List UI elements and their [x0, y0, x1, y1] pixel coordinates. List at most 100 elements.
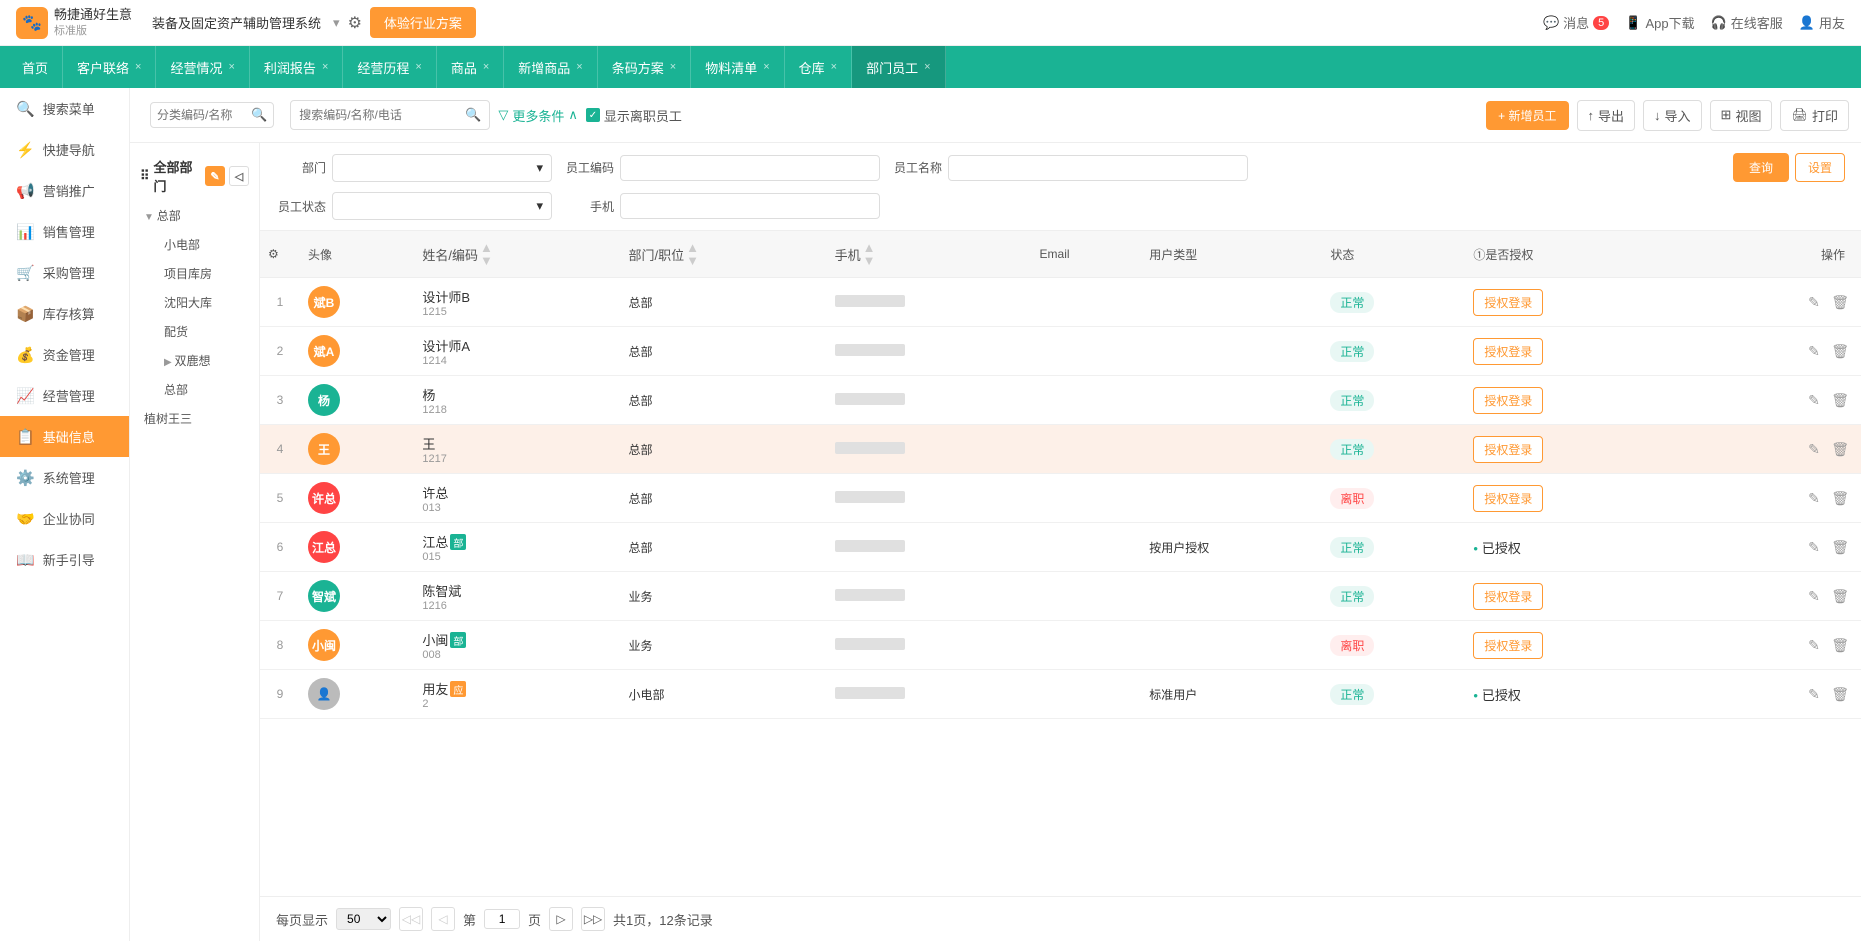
tab-add-goods[interactable]: 新增商品 × [504, 46, 597, 88]
last-page-btn[interactable]: ▷▷ [581, 907, 605, 931]
dept-select[interactable]: ▾ [332, 154, 552, 182]
sidebar-item-guide[interactable]: 📖 新手引导 [0, 539, 129, 580]
tab-warehouse[interactable]: 仓库 × [785, 46, 852, 88]
dept-tree-item-general[interactable]: 总部 [130, 201, 259, 230]
close-icon[interactable]: × [228, 61, 234, 73]
sidebar-item-business[interactable]: 📈 经营管理 [0, 375, 129, 416]
edit-btn[interactable]: ✎ [1804, 390, 1824, 411]
th-name[interactable]: 姓名/编码 ▲▼ [414, 231, 620, 278]
authorize-btn[interactable]: 授权登录 [1473, 289, 1543, 316]
edit-btn[interactable]: ✎ [1804, 635, 1824, 656]
sidebar-item-search[interactable]: 🔍 搜索菜单 [0, 88, 129, 129]
delete-btn[interactable]: 🗑 [1827, 586, 1853, 607]
show-resigned-check[interactable]: ✓ 显示离职员工 [586, 106, 682, 125]
authorize-btn[interactable]: 授权登录 [1473, 387, 1543, 414]
sidebar-item-system[interactable]: ⚙️ 系统管理 [0, 457, 129, 498]
sort-arrows-dept[interactable]: ▲▼ [686, 241, 699, 267]
more-filter-btn[interactable]: ▽ 更多条件 ∧ [498, 106, 578, 125]
edit-btn[interactable]: ✎ [1804, 439, 1824, 460]
tree-icon-edit[interactable]: ✎ [205, 166, 225, 186]
edit-btn[interactable]: ✎ [1804, 586, 1824, 607]
tab-home[interactable]: 首页 [8, 46, 63, 88]
delete-btn[interactable]: 🗑 [1827, 390, 1853, 411]
dept-search-icon[interactable]: 🔍 [251, 107, 267, 123]
page-size-select[interactable]: 50 20 100 [336, 908, 391, 930]
edit-btn[interactable]: ✎ [1804, 488, 1824, 509]
close-icon[interactable]: × [924, 61, 930, 73]
delete-btn[interactable]: 🗑 [1827, 488, 1853, 509]
dept-item-delivery[interactable]: 配货 [150, 317, 259, 346]
tab-operation[interactable]: 经营情况 × [156, 46, 249, 88]
authorize-btn[interactable]: 授权登录 [1473, 338, 1543, 365]
sidebar-item-collab[interactable]: 🤝 企业协同 [0, 498, 129, 539]
close-icon[interactable]: × [831, 61, 837, 73]
tab-profit[interactable]: 利润报告 × [250, 46, 343, 88]
dept-item-electric[interactable]: 小电部 [150, 230, 259, 259]
th-phone[interactable]: 手机 ▲▼ [827, 231, 1032, 278]
next-page-btn[interactable]: ▷ [549, 907, 573, 931]
close-icon[interactable]: × [135, 61, 141, 73]
view-btn[interactable]: ⊞ 视图 [1710, 100, 1773, 131]
settings-btn[interactable]: 设置 [1795, 153, 1845, 182]
delete-btn[interactable]: 🗑 [1827, 537, 1853, 558]
sidebar-item-sales[interactable]: 📊 销售管理 [0, 211, 129, 252]
tab-customer[interactable]: 客户联络 × [63, 46, 156, 88]
first-page-btn[interactable]: ◁◁ [399, 907, 423, 931]
close-icon[interactable]: × [415, 61, 421, 73]
add-employee-btn[interactable]: + 新增员工 [1486, 101, 1568, 130]
dept-item-shenyang[interactable]: 沈阳大库 [150, 288, 259, 317]
dept-item-shuanglu[interactable]: 双鹿想 [150, 346, 259, 375]
delete-btn[interactable]: 🗑 [1827, 292, 1853, 313]
dept-search-input[interactable] [157, 108, 247, 122]
close-icon[interactable]: × [322, 61, 328, 73]
gear-button[interactable]: ⚙ [348, 13, 362, 33]
online-service-btn[interactable]: 🎧 在线客服 [1711, 13, 1783, 32]
tab-barcode[interactable]: 条码方案 × [598, 46, 691, 88]
sidebar-item-marketing[interactable]: 📢 营销推广 [0, 170, 129, 211]
tab-bom[interactable]: 物料清单 × [691, 46, 784, 88]
delete-btn[interactable]: 🗑 [1827, 684, 1853, 705]
user-btn[interactable]: 👤 用友 [1799, 13, 1845, 32]
sort-arrows-phone[interactable]: ▲▼ [863, 241, 876, 267]
trial-button[interactable]: 体验行业方案 [370, 7, 476, 38]
status-select[interactable]: ▾ [332, 192, 552, 220]
sidebar-item-basic[interactable]: 📋 基础信息 [0, 416, 129, 457]
delete-btn[interactable]: 🗑 [1827, 635, 1853, 656]
close-icon[interactable]: × [576, 61, 582, 73]
page-number-input[interactable] [484, 909, 520, 929]
edit-btn[interactable]: ✎ [1804, 684, 1824, 705]
import-btn[interactable]: ↓ 导入 [1643, 100, 1702, 131]
app-download-btn[interactable]: 📱 App下载 [1625, 13, 1694, 32]
delete-btn[interactable]: 🗑 [1827, 341, 1853, 362]
authorize-btn[interactable]: 授权登录 [1473, 583, 1543, 610]
print-btn[interactable]: 🖨 打印 [1780, 100, 1849, 131]
close-icon[interactable]: × [763, 61, 769, 73]
tab-history[interactable]: 经营历程 × [343, 46, 436, 88]
edit-btn[interactable]: ✎ [1804, 537, 1824, 558]
authorize-btn[interactable]: 授权登录 [1473, 632, 1543, 659]
export-btn[interactable]: ↑ 导出 [1577, 100, 1636, 131]
phone-input[interactable] [620, 193, 880, 219]
sort-arrows-name[interactable]: ▲▼ [480, 241, 493, 267]
dept-item-zongbu[interactable]: 总部 [150, 375, 259, 404]
th-dept[interactable]: 部门/职位 ▲▼ [621, 231, 827, 278]
close-icon[interactable]: × [670, 61, 676, 73]
dept-item-zhishu[interactable]: 植树王三 [130, 404, 259, 433]
sidebar-item-quick[interactable]: ⚡ 快捷导航 [0, 129, 129, 170]
authorize-btn[interactable]: 授权登录 [1473, 485, 1543, 512]
tab-goods[interactable]: 商品 × [437, 46, 504, 88]
sidebar-item-purchase[interactable]: 🛒 采购管理 [0, 252, 129, 293]
prev-page-btn[interactable]: ◁ [431, 907, 455, 931]
employee-search-icon[interactable]: 🔍 [465, 107, 481, 123]
emp-code-input[interactable] [620, 155, 880, 181]
sidebar-item-finance[interactable]: 💰 资金管理 [0, 334, 129, 375]
dept-item-project[interactable]: 项目库房 [150, 259, 259, 288]
close-icon[interactable]: × [483, 61, 489, 73]
delete-btn[interactable]: 🗑 [1827, 439, 1853, 460]
tree-icon-collapse[interactable]: ◁ [229, 166, 249, 186]
message-btn[interactable]: 💬 消息 5 [1543, 13, 1609, 32]
authorize-btn[interactable]: 授权登录 [1473, 436, 1543, 463]
sidebar-item-inventory[interactable]: 📦 库存核算 [0, 293, 129, 334]
edit-btn[interactable]: ✎ [1804, 292, 1824, 313]
tab-dept-employee[interactable]: 部门员工 × [852, 46, 945, 88]
